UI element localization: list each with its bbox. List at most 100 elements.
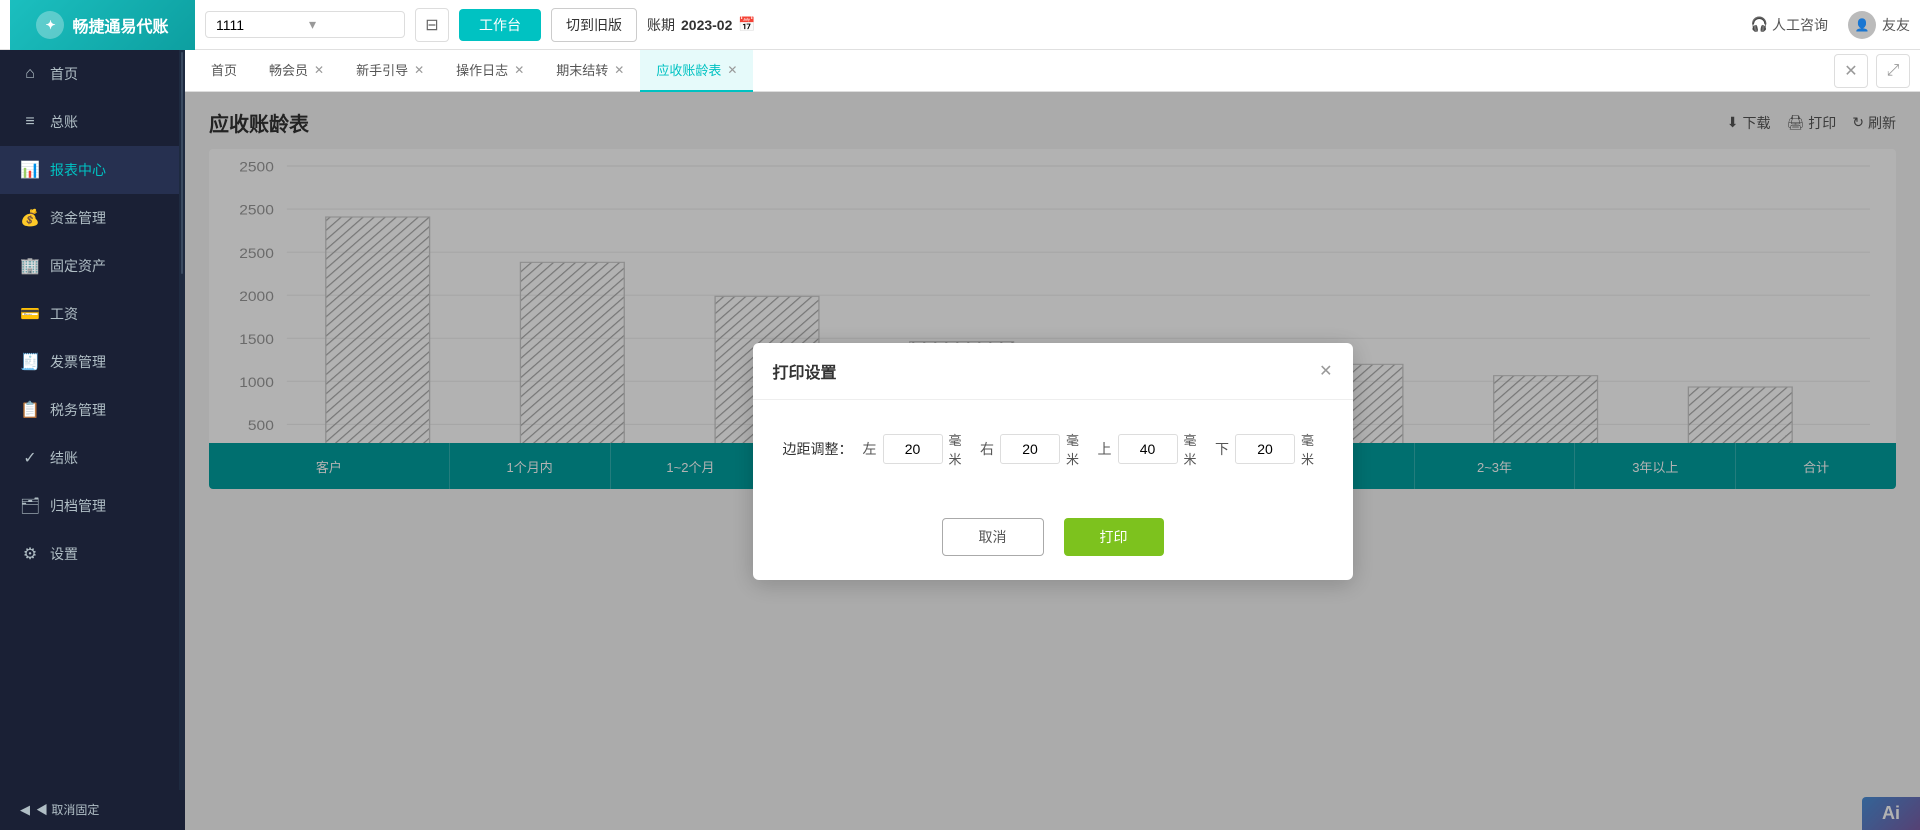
workbench-button[interactable]: 工作台 — [459, 9, 541, 41]
dialog-title: 打印设置 — [773, 359, 837, 383]
sidebar-item-settings[interactable]: ⚙ 设置 — [0, 530, 185, 578]
dialog-overlay: 打印设置 ✕ 边距调整： 左 毫米 右 — [185, 92, 1920, 830]
top-margin-input[interactable] — [1118, 434, 1178, 464]
bottom-unit: 毫米 — [1301, 430, 1323, 468]
bottom-margin-group: 下 毫米 — [1215, 430, 1323, 468]
sidebar-item-reports[interactable]: 📊 报表中心 — [0, 146, 185, 194]
collapse-sidebar-button[interactable]: ◀ ◀ 取消固定 — [0, 789, 185, 830]
sidebar-item-ledger[interactable]: ≡ 总账 — [0, 98, 185, 146]
right-margin-input[interactable] — [1000, 434, 1060, 464]
top-unit: 毫米 — [1184, 430, 1206, 468]
user-menu[interactable]: 👤 友友 — [1848, 11, 1910, 39]
dialog-close-button[interactable]: ✕ — [1319, 361, 1332, 381]
tab-aging[interactable]: 应收账龄表 ✕ — [640, 50, 753, 92]
sidebar-item-closing[interactable]: ✓ 结账 — [0, 434, 185, 482]
main-content: 首页 畅会员 ✕ 新手引导 ✕ 操作日志 ✕ 期末结转 ✕ 应收账龄表 ✕ — [185, 50, 1920, 830]
close-tab-oplog[interactable]: ✕ — [514, 63, 524, 77]
sidebar-item-home[interactable]: ⌂ 首页 — [0, 50, 185, 98]
consult-label: 人工咨询 — [1772, 15, 1828, 35]
sidebar-item-archive[interactable]: 🗂 归档管理 — [0, 482, 185, 530]
sidebar-label-settings: 设置 — [50, 544, 78, 564]
copy-icon[interactable]: ⊟ — [415, 8, 449, 42]
archive-icon: 🗂 — [20, 496, 40, 516]
home-icon: ⌂ — [20, 65, 40, 83]
user-name: 友友 — [1882, 15, 1910, 35]
tabs-right-actions: ✕ ⤢ — [1834, 54, 1910, 88]
tab-oplog[interactable]: 操作日志 ✕ — [440, 50, 540, 92]
period-label: 账期 — [647, 15, 675, 35]
confirm-print-button[interactable]: 打印 — [1064, 518, 1164, 556]
right-margin-group: 右 毫米 — [980, 430, 1088, 468]
closing-icon: ✓ — [20, 448, 40, 468]
logo-icon: ✦ — [36, 11, 64, 39]
sidebar-item-invoices[interactable]: 🧾 发票管理 — [0, 338, 185, 386]
margin-settings-row: 边距调整： 左 毫米 右 毫米 — [783, 430, 1323, 468]
sidebar-item-assets[interactable]: 🏢 固定资产 — [0, 242, 185, 290]
collapse-label: ◀ 取消固定 — [36, 801, 99, 818]
chevron-down-icon: ▾ — [309, 16, 394, 33]
sidebar-label-ledger: 总账 — [50, 112, 78, 132]
tab-label-guide: 新手引导 — [356, 60, 408, 79]
tab-label-home: 首页 — [211, 60, 237, 79]
company-name: 1111 — [216, 17, 301, 33]
app-logo: ✦ 畅捷通易代账 — [10, 0, 195, 50]
tab-label-member: 畅会员 — [269, 60, 308, 79]
tab-label-closing: 期末结转 — [556, 60, 608, 79]
dialog-body: 边距调整： 左 毫米 右 毫米 — [753, 400, 1353, 508]
top-margin-group: 上 毫米 — [1098, 430, 1206, 468]
sidebar-label-funds: 资金管理 — [50, 208, 106, 228]
invoices-icon: 🧾 — [20, 352, 40, 372]
headset-icon: 🎧 — [1751, 16, 1768, 33]
sidebar-item-funds[interactable]: 💰 资金管理 — [0, 194, 185, 242]
bottom-margin-input[interactable] — [1235, 434, 1295, 464]
tab-closing[interactable]: 期末结转 ✕ — [540, 50, 640, 92]
left-label: 左 — [863, 439, 877, 459]
period-value: 2023-02 — [681, 17, 732, 33]
header-right: 🎧 人工咨询 👤 友友 — [1751, 11, 1910, 39]
close-tab-closing[interactable]: ✕ — [614, 63, 624, 77]
maximize-tab-button[interactable]: ⤢ — [1876, 54, 1910, 88]
scroll-thumb[interactable] — [181, 52, 183, 274]
period-info: 账期 2023-02 📅 — [647, 15, 756, 35]
sidebar-label-home: 首页 — [50, 64, 78, 84]
company-selector[interactable]: 1111 ▾ — [205, 11, 405, 38]
close-all-tabs-button[interactable]: ✕ — [1834, 54, 1868, 88]
sidebar-label-assets: 固定资产 — [50, 256, 106, 276]
tab-label-oplog: 操作日志 — [456, 60, 508, 79]
sidebar-item-payroll[interactable]: 💳 工资 — [0, 290, 185, 338]
sidebar: ⌂ 首页 ≡ 总账 📊 报表中心 💰 资金管理 🏢 固定资产 💳 工资 🧾 发票… — [0, 50, 185, 830]
collapse-icon: ◀ — [20, 802, 30, 818]
close-tab-aging[interactable]: ✕ — [727, 63, 737, 77]
consult-button[interactable]: 🎧 人工咨询 — [1751, 15, 1828, 35]
sidebar-item-tax[interactable]: 📋 税务管理 — [0, 386, 185, 434]
tab-home[interactable]: 首页 — [195, 50, 253, 92]
funds-icon: 💰 — [20, 208, 40, 228]
cancel-button[interactable]: 取消 — [942, 518, 1044, 556]
right-unit: 毫米 — [1066, 430, 1088, 468]
payroll-icon: 💳 — [20, 304, 40, 324]
avatar: 👤 — [1848, 11, 1876, 39]
margin-label: 边距调整： — [783, 439, 853, 459]
tabs-bar: 首页 畅会员 ✕ 新手引导 ✕ 操作日志 ✕ 期末结转 ✕ 应收账龄表 ✕ — [185, 50, 1920, 92]
sidebar-label-reports: 报表中心 — [50, 160, 106, 180]
left-margin-group: 左 毫米 — [863, 430, 971, 468]
ledger-icon: ≡ — [20, 113, 40, 131]
switch-version-button[interactable]: 切到旧版 — [551, 8, 637, 42]
close-tab-member[interactable]: ✕ — [314, 63, 324, 77]
sidebar-label-archive: 归档管理 — [50, 496, 106, 516]
sidebar-label-invoices: 发票管理 — [50, 352, 106, 372]
top-label: 上 — [1098, 439, 1112, 459]
app-name: 畅捷通易代账 — [72, 13, 168, 37]
header: ✦ 畅捷通易代账 1111 ▾ ⊟ 工作台 切到旧版 账期 2023-02 📅 … — [0, 0, 1920, 50]
left-margin-input[interactable] — [883, 434, 943, 464]
bottom-label: 下 — [1215, 439, 1229, 459]
sidebar-label-payroll: 工资 — [50, 304, 78, 324]
close-tab-guide[interactable]: ✕ — [414, 63, 424, 77]
calendar-icon[interactable]: 📅 — [738, 16, 755, 33]
assets-icon: 🏢 — [20, 256, 40, 276]
tab-member[interactable]: 畅会员 ✕ — [253, 50, 340, 92]
left-unit: 毫米 — [949, 430, 971, 468]
dialog-header: 打印设置 ✕ — [753, 343, 1353, 400]
tab-guide[interactable]: 新手引导 ✕ — [340, 50, 440, 92]
dialog-footer: 取消 打印 — [753, 508, 1353, 580]
